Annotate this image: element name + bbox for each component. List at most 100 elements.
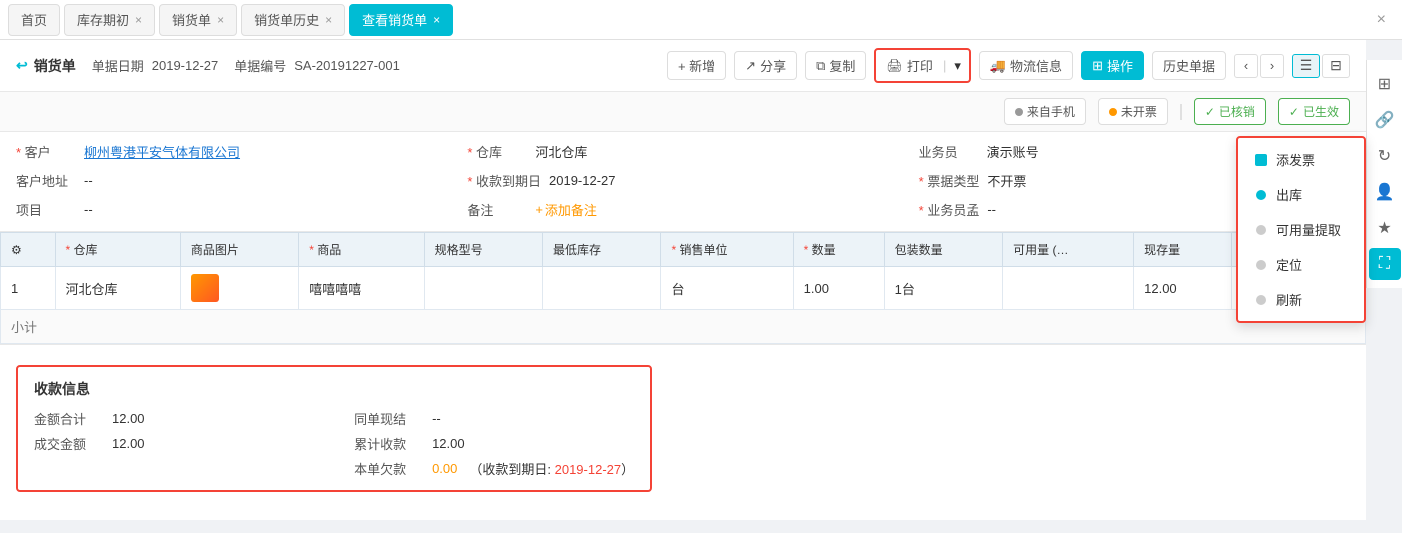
current-arrears-label: 本单欠款 (354, 459, 424, 478)
next-arrow[interactable]: › (1260, 54, 1284, 78)
tab-sales-order[interactable]: 销货单 × (159, 4, 237, 36)
doc-title-area: ↩ 销货单 (16, 56, 76, 76)
status-row: 来自手机 未开票 ✓ 已核销 ✓ 已生效 (0, 92, 1366, 132)
tab-sales-order-history-close[interactable]: × (325, 13, 332, 27)
row-warehouse: 河北仓库 (55, 267, 180, 310)
project-field: 项目 -- (16, 200, 447, 219)
doc-header: ↩ 销货单 单据日期 2019-12-27 单据编号 SA-20191227-0… (0, 40, 1366, 92)
window-close-button[interactable]: × (1369, 11, 1394, 29)
ticket-type-value: 不开票 (987, 171, 1026, 190)
add-note-button[interactable]: + 添加备注 (535, 200, 597, 219)
dropdown-refresh[interactable]: 刷新 (1238, 282, 1364, 317)
cumulative-receipt-row: 累计收款 12.00 (354, 434, 634, 453)
payment-date-field: 收款到期日 2019-12-27 (467, 171, 898, 190)
share-icon: ↗ (745, 58, 756, 74)
tab-sales-order-label: 销货单 (172, 10, 211, 29)
approved-status[interactable]: ✓ 已核销 (1194, 98, 1266, 125)
effective-check-icon: ✓ (1289, 105, 1299, 119)
sidebar-star-icon[interactable]: ★ (1369, 212, 1401, 244)
refresh-icon (1254, 293, 1268, 307)
total-amount-label: 金额合计 (34, 409, 104, 428)
from-phone-dot (1015, 108, 1023, 116)
print-dropdown-arrow[interactable]: ▾ (950, 58, 965, 74)
col-settings[interactable]: ⚙ (1, 233, 56, 267)
address-value: -- (84, 173, 93, 188)
cumulative-receipt-label: 累计收款 (354, 434, 424, 453)
effective-status[interactable]: ✓ 已生效 (1278, 98, 1350, 125)
col-quantity: 数量 (793, 233, 884, 267)
cumulative-receipt-value: 12.00 (432, 436, 465, 451)
row-min-stock (543, 267, 661, 310)
from-phone-button[interactable]: 来自手机 (1004, 98, 1086, 125)
sidebar-expand-icon[interactable]: ⛶ (1369, 248, 1401, 280)
sidebar-table-icon[interactable]: ⊞ (1369, 68, 1401, 100)
print-ops-group: 🖨 打印 | ▾ (874, 48, 970, 83)
copy-button[interactable]: ⧉ 复制 (805, 51, 866, 80)
tab-view-sales-order-close[interactable]: × (433, 13, 440, 27)
dropdown-available-qty[interactable]: 可用量提取 (1238, 212, 1364, 247)
product-image (191, 274, 219, 302)
doc-date-label: 单据日期 2019-12-27 (92, 56, 219, 75)
dropdown-locate[interactable]: 定位 (1238, 247, 1364, 282)
tab-inventory-init-label: 库存期初 (77, 10, 129, 29)
row-quantity: 1.00 (793, 267, 884, 310)
sidebar-link-icon[interactable]: 🔗 (1369, 104, 1401, 136)
total-amount-value: 12.00 (112, 411, 145, 426)
check-icon: ✓ (1205, 105, 1215, 119)
list-view-button[interactable]: ☰ (1292, 54, 1320, 78)
logistics-button[interactable]: 🚚 物流信息 (979, 51, 1073, 80)
print-button[interactable]: 🖨 打印 (880, 52, 939, 79)
main-content: ↩ 销货单 单据日期 2019-12-27 单据编号 SA-20191227-0… (0, 40, 1366, 520)
not-opened-button[interactable]: 未开票 (1098, 98, 1168, 125)
row-product[interactable]: 嘻嘻嘻嘻 (299, 267, 424, 310)
copy-icon: ⧉ (816, 58, 825, 74)
gear-icon: ⚙ (11, 243, 22, 257)
operations-icon: ⊞ (1092, 58, 1103, 74)
history-button[interactable]: 历史单据 (1152, 51, 1226, 80)
out-stock-icon (1254, 188, 1268, 202)
prev-arrow[interactable]: ‹ (1234, 54, 1258, 78)
new-button[interactable]: + 新增 (667, 51, 726, 80)
tab-sales-order-history[interactable]: 销货单历史 × (241, 4, 345, 36)
col-product: 商品 (299, 233, 424, 267)
current-arrears-value: 0.00 (432, 461, 457, 476)
tab-sales-order-history-label: 销货单历史 (254, 10, 319, 29)
tab-view-sales-order[interactable]: 查看销货单 × (349, 4, 453, 36)
doc-type-label: 销货单 (34, 56, 76, 76)
col-min-stock: 最低库存 (543, 233, 661, 267)
employee-label: 业务员 (919, 142, 979, 161)
customer-value[interactable]: 柳州粤港平安气体有限公司 (84, 142, 240, 161)
tab-inventory-init-close[interactable]: × (135, 13, 142, 27)
dropdown-out-stock[interactable]: 出库 (1238, 177, 1364, 212)
view-toggle: ☰ ⊟ (1292, 54, 1350, 78)
dropdown-add-invoice[interactable]: 添发票 (1238, 142, 1364, 177)
form-section: 客户 柳州粤港平安气体有限公司 仓库 河北仓库 业务员 演示账号 客户地址 --… (0, 130, 1366, 232)
row-package-qty: 1台 (884, 267, 1002, 310)
warehouse-field: 仓库 河北仓库 (467, 142, 898, 161)
payment-col-right: 同单现结 -- 累计收款 12.00 本单欠款 0.00 （收款到期日: 201… (354, 409, 634, 478)
sidebar-user-icon[interactable]: 👤 (1369, 176, 1401, 208)
table-row: 1 河北仓库 嘻嘻嘻嘻 台 1.00 1台 12.00 (1, 267, 1366, 310)
tab-view-sales-order-label: 查看销货单 (362, 10, 427, 29)
row-sales-unit: 台 (661, 267, 793, 310)
tab-home[interactable]: 首页 (8, 4, 60, 36)
table-container: ⚙ 仓库 商品图片 商品 规格型号 最低库存 销售单位 数量 包装数量 可用量 … (0, 232, 1366, 345)
sidebar-refresh-icon[interactable]: ↻ (1369, 140, 1401, 172)
nav-arrows: ‹ › (1234, 54, 1284, 78)
col-current-stock: 现存量 (1134, 233, 1232, 267)
share-button[interactable]: ↗ 分享 (734, 51, 797, 80)
right-sidebar: ⊞ 🔗 ↻ 👤 ★ ⛶ (1366, 60, 1402, 288)
not-opened-dot (1109, 108, 1117, 116)
same-order-label: 同单现结 (354, 409, 424, 428)
col-available: 可用量 (… (1003, 233, 1134, 267)
warehouse-value: 河北仓库 (535, 142, 587, 161)
tab-inventory-init[interactable]: 库存期初 × (64, 4, 155, 36)
tab-sales-order-close[interactable]: × (217, 13, 224, 27)
items-table: ⚙ 仓库 商品图片 商品 规格型号 最低库存 销售单位 数量 包装数量 可用量 … (0, 232, 1366, 344)
grid-view-button[interactable]: ⊟ (1322, 54, 1350, 78)
doc-type-icon: ↩ (16, 57, 28, 74)
operations-button[interactable]: ⊞ 操作 (1081, 51, 1144, 80)
project-label: 项目 (16, 200, 76, 219)
current-arrears-row: 本单欠款 0.00 （收款到期日: 2019-12-27） (354, 459, 634, 478)
doc-meta: 单据日期 2019-12-27 单据编号 SA-20191227-001 (92, 56, 400, 75)
